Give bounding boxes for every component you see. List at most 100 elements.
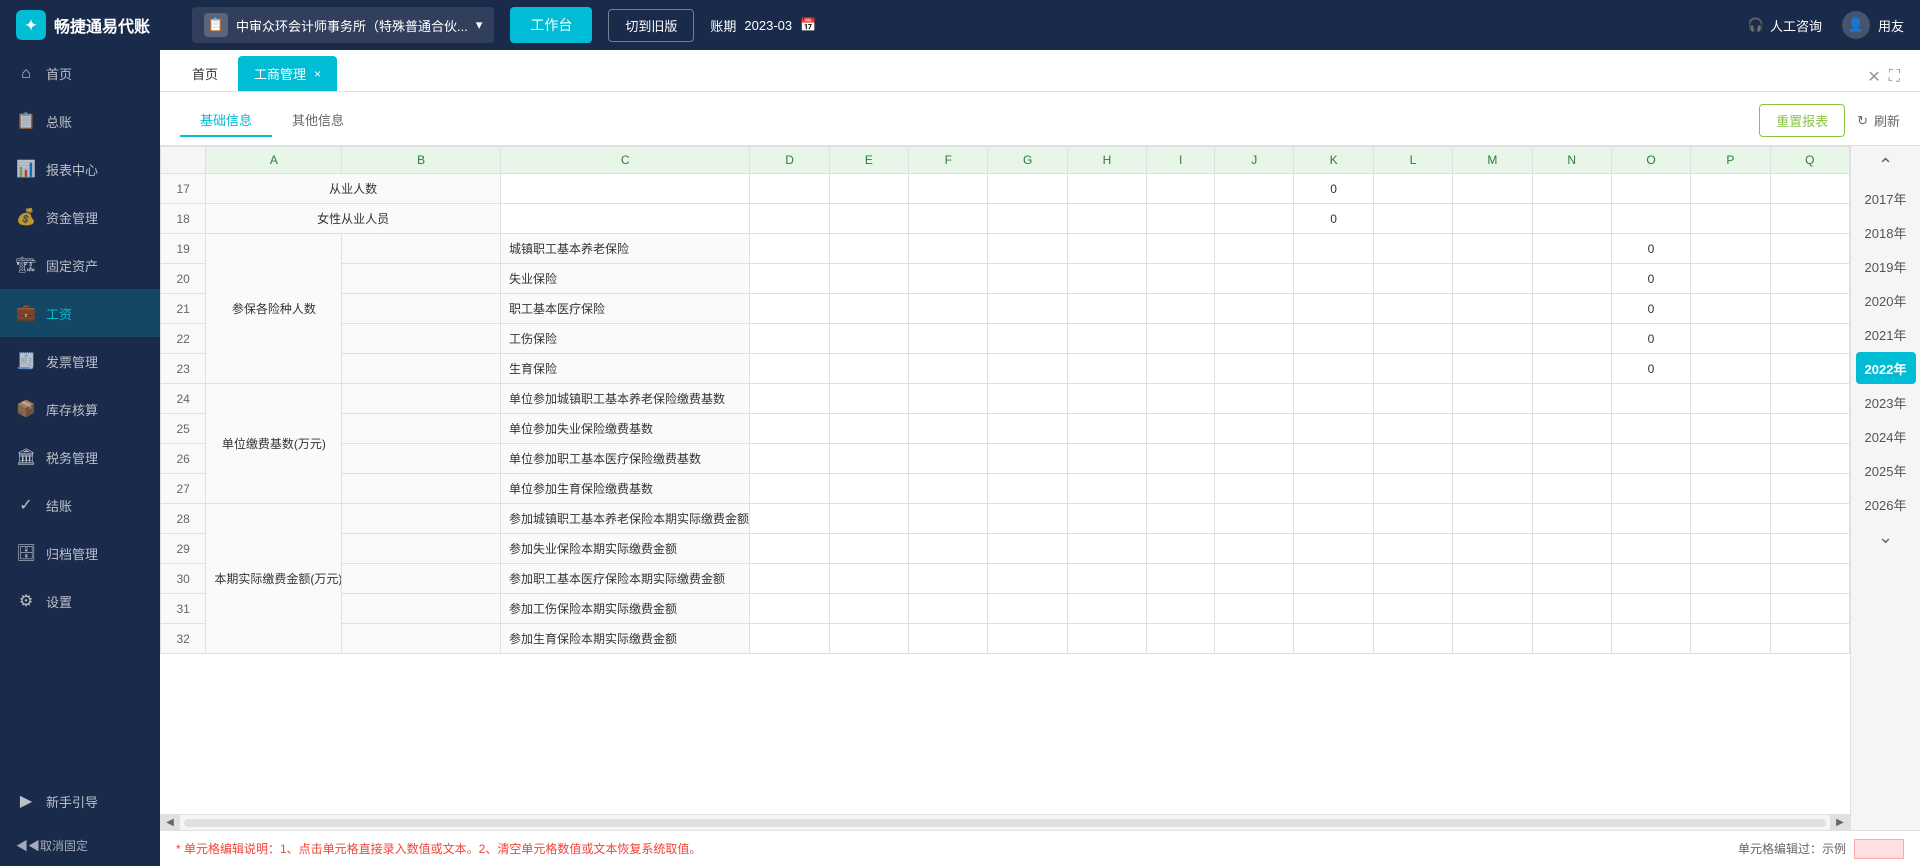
sidebar-item-assets[interactable]: 🏗固定资产 [0,241,160,289]
cell-18-e[interactable] [829,204,908,234]
old-version-button[interactable]: 切到旧版 [608,9,694,42]
cell-21-m[interactable] [1453,294,1532,324]
cell-24-m[interactable] [1453,384,1532,414]
cell-17-k[interactable]: 0 [1294,174,1373,204]
cell-25-h[interactable] [1067,414,1146,444]
cell-31-b[interactable] [342,594,501,624]
cell-30-i[interactable] [1147,564,1215,594]
cell-24-k[interactable] [1294,384,1373,414]
cell-30-n[interactable] [1532,564,1611,594]
cell-24-h[interactable] [1067,384,1146,414]
cell-29-o[interactable] [1611,534,1690,564]
cell-29-b[interactable] [342,534,501,564]
cell-20-m[interactable] [1453,264,1532,294]
cell-29-c[interactable]: 参加失业保险本期实际缴费金额 [501,534,750,564]
cell-24-l[interactable] [1373,384,1452,414]
cell-19-b[interactable] [342,234,501,264]
cell-24-c[interactable]: 单位参加城镇职工基本养老保险缴费基数 [501,384,750,414]
cell-31-g[interactable] [988,594,1067,624]
cell-22-j[interactable] [1215,324,1294,354]
cell-24-a[interactable]: 单位缴费基数(万元) [206,384,342,504]
sidebar-item-ledger[interactable]: 📋总账 [0,97,160,145]
cell-27-c[interactable]: 单位参加生育保险缴费基数 [501,474,750,504]
cell-23-l[interactable] [1373,354,1452,384]
window-close-button[interactable]: ✕ [1863,63,1884,91]
cell-22-m[interactable] [1453,324,1532,354]
cell-19-a[interactable]: 参保各险种人数 [206,234,342,384]
year-item-2023年[interactable]: 2023年 [1856,386,1916,418]
cell-17-q[interactable] [1770,174,1849,204]
reset-report-button[interactable]: 重置报表 [1759,104,1845,137]
cell-32-f[interactable] [909,624,988,654]
cell-17-l[interactable] [1373,174,1452,204]
cell-23-d[interactable] [750,354,829,384]
cell-29-h[interactable] [1067,534,1146,564]
cell-23-o[interactable]: 0 [1611,354,1690,384]
cell-18-q[interactable] [1770,204,1849,234]
cell-27-h[interactable] [1067,474,1146,504]
cell-26-c[interactable]: 单位参加职工基本医疗保险缴费基数 [501,444,750,474]
cell-18-i[interactable] [1147,204,1215,234]
cell-32-e[interactable] [829,624,908,654]
cell-30-m[interactable] [1453,564,1532,594]
cell-17-c[interactable] [501,174,750,204]
cell-20-o[interactable]: 0 [1611,264,1690,294]
cell-29-f[interactable] [909,534,988,564]
cell-27-p[interactable] [1691,474,1770,504]
cell-23-b[interactable] [342,354,501,384]
cell-25-p[interactable] [1691,414,1770,444]
cell-17-f[interactable] [909,174,988,204]
cell-27-q[interactable] [1770,474,1849,504]
cell-26-p[interactable] [1691,444,1770,474]
cell-31-h[interactable] [1067,594,1146,624]
cell-19-k[interactable] [1294,234,1373,264]
cell-17-ab[interactable]: 从业人数 [206,174,501,204]
cell-22-q[interactable] [1770,324,1849,354]
cell-32-i[interactable] [1147,624,1215,654]
cell-31-d[interactable] [750,594,829,624]
cell-27-i[interactable] [1147,474,1215,504]
cell-24-q[interactable] [1770,384,1849,414]
cell-18-m[interactable] [1453,204,1532,234]
cell-20-p[interactable] [1691,264,1770,294]
cell-17-p[interactable] [1691,174,1770,204]
cell-29-p[interactable] [1691,534,1770,564]
sidebar-item-archive[interactable]: 🗄归档管理 [0,529,160,577]
cell-20-n[interactable] [1532,264,1611,294]
cell-26-g[interactable] [988,444,1067,474]
cell-28-m[interactable] [1453,504,1532,534]
cell-18-h[interactable] [1067,204,1146,234]
h-scroll-left-button[interactable]: ◀ [160,815,180,831]
cell-26-q[interactable] [1770,444,1849,474]
cell-28-n[interactable] [1532,504,1611,534]
cell-18-l[interactable] [1373,204,1452,234]
cell-22-i[interactable] [1147,324,1215,354]
cell-24-e[interactable] [829,384,908,414]
year-item-2026年[interactable]: 2026年 [1856,488,1916,520]
cell-24-n[interactable] [1532,384,1611,414]
cell-28-c[interactable]: 参加城镇职工基本养老保险本期实际缴费金额 [501,504,750,534]
cell-30-o[interactable] [1611,564,1690,594]
cell-17-e[interactable] [829,174,908,204]
cell-22-l[interactable] [1373,324,1452,354]
cell-23-p[interactable] [1691,354,1770,384]
cell-29-m[interactable] [1453,534,1532,564]
cell-29-q[interactable] [1770,534,1849,564]
cell-28-i[interactable] [1147,504,1215,534]
h-scroll-right-button[interactable]: ▶ [1830,815,1850,831]
cell-17-n[interactable] [1532,174,1611,204]
cell-24-j[interactable] [1215,384,1294,414]
cell-18-j[interactable] [1215,204,1294,234]
cell-32-d[interactable] [750,624,829,654]
cell-31-c[interactable]: 参加工伤保险本期实际缴费金额 [501,594,750,624]
cell-25-i[interactable] [1147,414,1215,444]
cell-20-k[interactable] [1294,264,1373,294]
cell-22-d[interactable] [750,324,829,354]
cell-18-n[interactable] [1532,204,1611,234]
cell-19-i[interactable] [1147,234,1215,264]
cell-32-q[interactable] [1770,624,1849,654]
tab-home[interactable]: 首页 [176,56,234,91]
cell-32-b[interactable] [342,624,501,654]
workspace-button[interactable]: 工作台 [510,7,592,43]
cell-25-m[interactable] [1453,414,1532,444]
